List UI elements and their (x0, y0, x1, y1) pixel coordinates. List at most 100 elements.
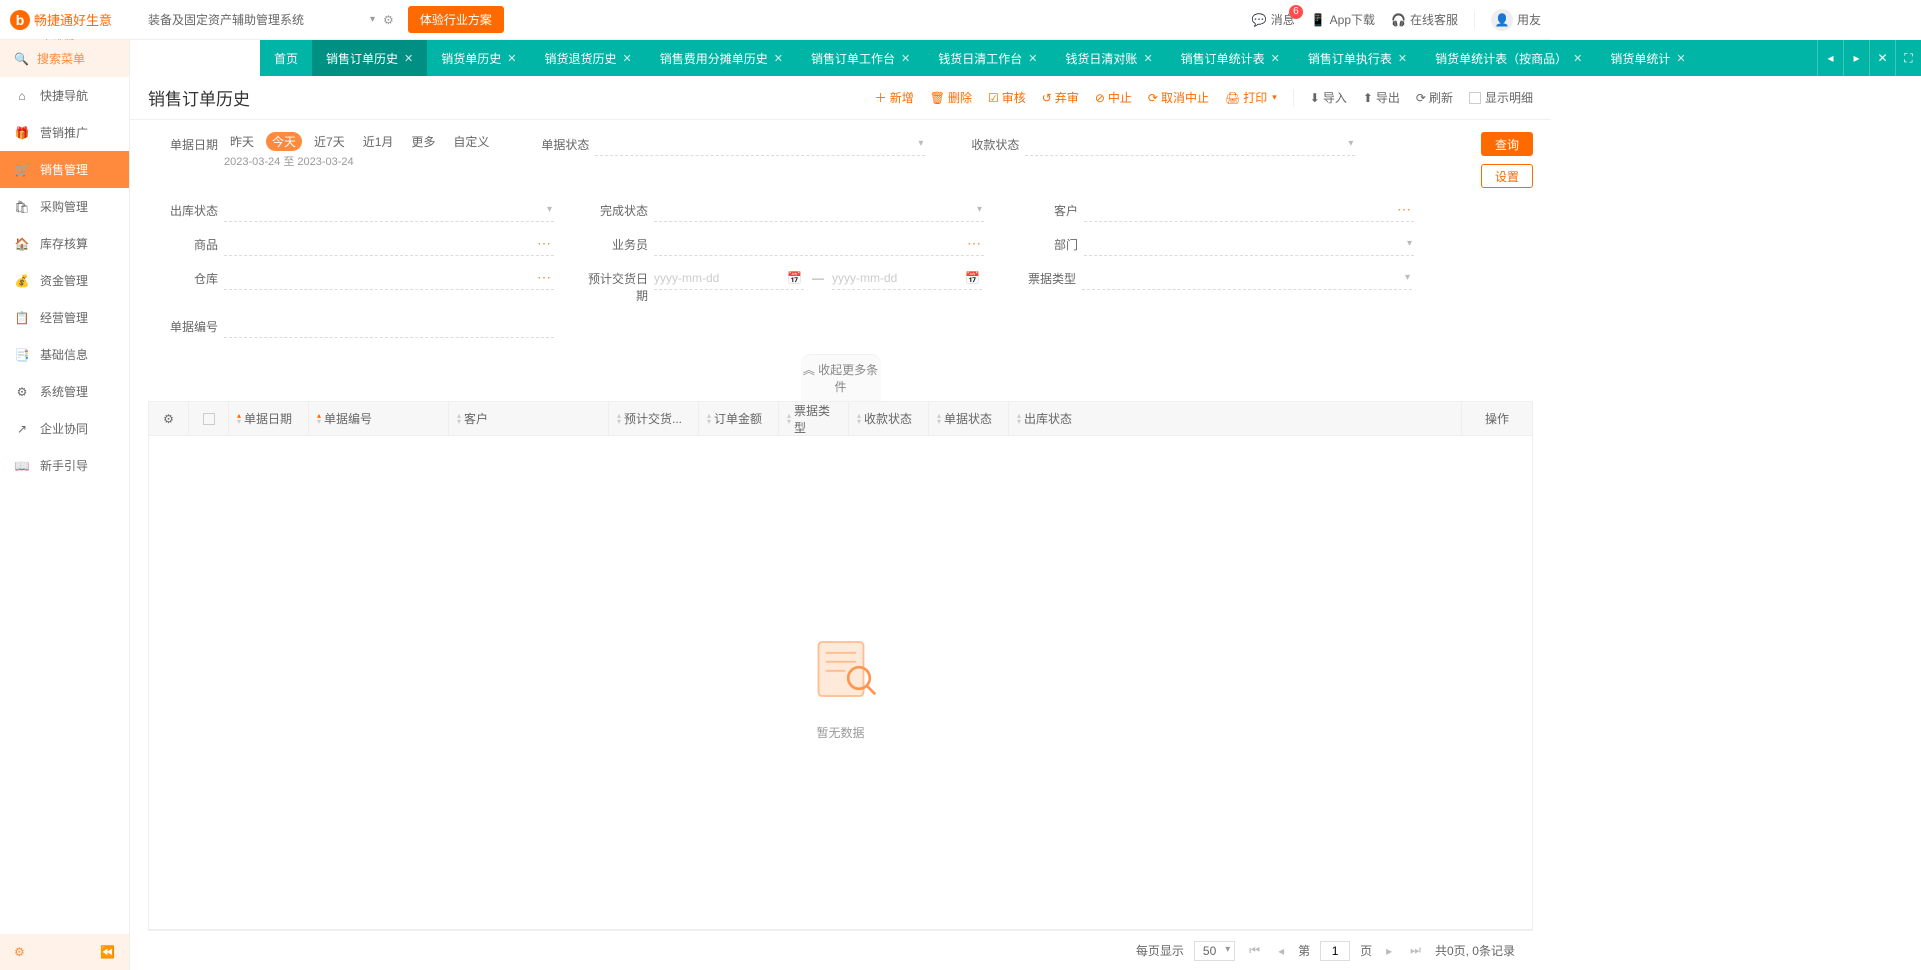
column-header-1[interactable] (189, 402, 229, 435)
close-icon[interactable]: ✕ (901, 52, 910, 65)
tab-3[interactable]: 销货退货历史✕ (530, 40, 645, 76)
date-chip[interactable]: 自定义 (447, 132, 495, 151)
sidebar-item-7[interactable]: 📑基础信息 (0, 336, 129, 373)
column-header-2[interactable]: ▴▾单据日期 (229, 402, 309, 435)
tab-1[interactable]: 销售订单历史✕ (312, 40, 427, 76)
prev-page-button[interactable]: ◂ (1274, 944, 1288, 958)
page-input[interactable] (1320, 941, 1350, 961)
column-header-11[interactable]: 操作 (1462, 402, 1532, 435)
refresh-button[interactable]: ⟳刷新 (1416, 89, 1453, 106)
sidebar-item-5[interactable]: 💰资金管理 (0, 262, 129, 299)
pay-status-select[interactable]: ▾ (1025, 132, 1355, 156)
tab-4[interactable]: 销售费用分摊单历史✕ (646, 40, 797, 76)
app-download-button[interactable]: 📱 App下载 (1311, 11, 1375, 28)
date-chip[interactable]: 昨天 (224, 132, 260, 151)
date-chip[interactable]: 近7天 (308, 132, 351, 151)
fullscreen-icon[interactable]: ⛶ (1895, 40, 1921, 76)
messages-button[interactable]: 💬 消息 6 (1252, 11, 1295, 28)
close-icon[interactable]: ✕ (507, 52, 516, 65)
out-status-select[interactable]: ▾ (224, 198, 554, 222)
export-button[interactable]: ⬆导出 (1363, 89, 1400, 106)
sidebar-search[interactable]: 🔍 搜索菜单 (0, 40, 129, 77)
sidebar-item-4[interactable]: 🏠库存核算 (0, 225, 129, 262)
show-detail-checkbox[interactable]: 显示明细 (1469, 89, 1533, 106)
close-icon[interactable]: ✕ (1398, 52, 1407, 65)
ticket-type-select[interactable]: ▾ (1082, 266, 1412, 290)
close-icon[interactable]: ✕ (1028, 52, 1037, 65)
date-to-input[interactable]: yyyy-mm-dd📅 (832, 266, 982, 290)
date-chip[interactable]: 更多 (405, 132, 441, 151)
doc-status-select[interactable]: ▾ (595, 132, 925, 156)
system-selector[interactable]: 装备及固定资产辅助管理系统 ▾ (148, 11, 375, 28)
sidebar-item-8[interactable]: ⚙系统管理 (0, 373, 129, 410)
sidebar-item-2[interactable]: 🛒销售管理 (0, 151, 129, 188)
settings-icon[interactable]: ⚙ (14, 945, 25, 959)
tab-11[interactable]: 销货单统计✕ (1596, 40, 1699, 76)
dept-select[interactable]: ▾ (1084, 232, 1414, 256)
close-icon[interactable]: ✕ (774, 52, 783, 65)
sidebar-item-10[interactable]: 📖新手引导 (0, 447, 129, 484)
column-header-10[interactable]: ▴▾出库状态 (1009, 402, 1462, 435)
close-icon[interactable]: ✕ (1676, 52, 1685, 65)
tab-scroll-left[interactable]: ◂ (1817, 40, 1843, 76)
import-button[interactable]: ⬇导入 (1310, 89, 1347, 106)
column-header-9[interactable]: ▴▾单据状态 (929, 402, 1009, 435)
sidebar-item-1[interactable]: 🎁营销推广 (0, 114, 129, 151)
salesman-input[interactable]: ⋯ (654, 232, 984, 256)
sidebar-item-3[interactable]: 🛍采购管理 (0, 188, 129, 225)
gear-icon[interactable]: ⚙ (383, 13, 394, 27)
finish-status-select[interactable]: ▾ (654, 198, 984, 222)
product-input[interactable]: ⋯ (224, 232, 554, 256)
collapse-filters-button[interactable]: ︽ 收起更多条件 (801, 354, 881, 401)
column-header-3[interactable]: ▴▾单据编号 (309, 402, 449, 435)
tab-2[interactable]: 销货单历史✕ (427, 40, 530, 76)
column-header-5[interactable]: ▴▾预计交货... (609, 402, 699, 435)
tab-scroll-right[interactable]: ▸ (1843, 40, 1869, 76)
date-from-input[interactable]: yyyy-mm-dd📅 (654, 266, 804, 290)
support-button[interactable]: 🎧 在线客服 (1391, 11, 1458, 28)
sidebar-item-0[interactable]: ⌂快捷导航 (0, 77, 129, 114)
close-icon[interactable]: ✕ (404, 52, 413, 65)
column-header-4[interactable]: ▴▾客户 (449, 402, 609, 435)
customer-input[interactable]: ⋯ (1084, 198, 1414, 222)
plan-button[interactable]: 体验行业方案 (408, 6, 504, 33)
add-button[interactable]: ＋新增 (875, 89, 914, 106)
warehouse-input[interactable]: ⋯ (224, 266, 554, 290)
tab-10[interactable]: 销货单统计表（按商品）✕ (1421, 40, 1596, 76)
query-button[interactable]: 查询 (1481, 132, 1533, 156)
tab-6[interactable]: 钱货日清工作台✕ (924, 40, 1051, 76)
collapse-sidebar-icon[interactable]: ⏪ (100, 945, 115, 959)
last-page-button[interactable]: ⏭ (1406, 943, 1425, 958)
doc-no-input[interactable] (224, 314, 554, 338)
giveup-button[interactable]: ↺弃审 (1042, 89, 1079, 106)
date-chip[interactable]: 近1月 (357, 132, 400, 151)
unstop-button[interactable]: ⟳取消中止 (1148, 89, 1209, 106)
per-page-select[interactable]: 50 (1194, 941, 1235, 961)
tab-5[interactable]: 销售订单工作台✕ (797, 40, 924, 76)
tab-7[interactable]: 钱货日清对账✕ (1051, 40, 1166, 76)
column-header-0[interactable]: ⚙ (149, 402, 189, 435)
tab-close-all[interactable]: ✕ (1869, 40, 1895, 76)
next-page-button[interactable]: ▸ (1382, 944, 1396, 958)
print-button[interactable]: 🖨打印▾ (1225, 89, 1277, 106)
close-icon[interactable]: ✕ (1271, 52, 1280, 65)
tab-8[interactable]: 销售订单统计表✕ (1167, 40, 1294, 76)
close-icon[interactable]: ✕ (623, 52, 632, 65)
stop-button[interactable]: ⊘中止 (1095, 89, 1132, 106)
sidebar-item-9[interactable]: ↗企业协同 (0, 410, 129, 447)
column-header-6[interactable]: ▴▾订单金额 (699, 402, 779, 435)
tab-9[interactable]: 销售订单执行表✕ (1294, 40, 1421, 76)
tab-0[interactable]: 首页 (260, 40, 312, 76)
checkbox-icon[interactable] (203, 413, 215, 425)
column-header-7[interactable]: ▴▾票据类型 (779, 402, 849, 435)
close-icon[interactable]: ✕ (1573, 52, 1582, 65)
audit-button[interactable]: ☑审核 (988, 89, 1026, 106)
date-chip[interactable]: 今天 (266, 132, 302, 151)
close-icon[interactable]: ✕ (1143, 52, 1152, 65)
first-page-button[interactable]: ⏮ (1245, 943, 1264, 958)
user-menu[interactable]: 👤 用友 (1491, 9, 1541, 31)
column-header-8[interactable]: ▴▾收款状态 (849, 402, 929, 435)
sidebar-item-6[interactable]: 📋经营管理 (0, 299, 129, 336)
delete-button[interactable]: 🗑删除 (930, 89, 972, 106)
settings-button[interactable]: 设置 (1481, 164, 1533, 188)
